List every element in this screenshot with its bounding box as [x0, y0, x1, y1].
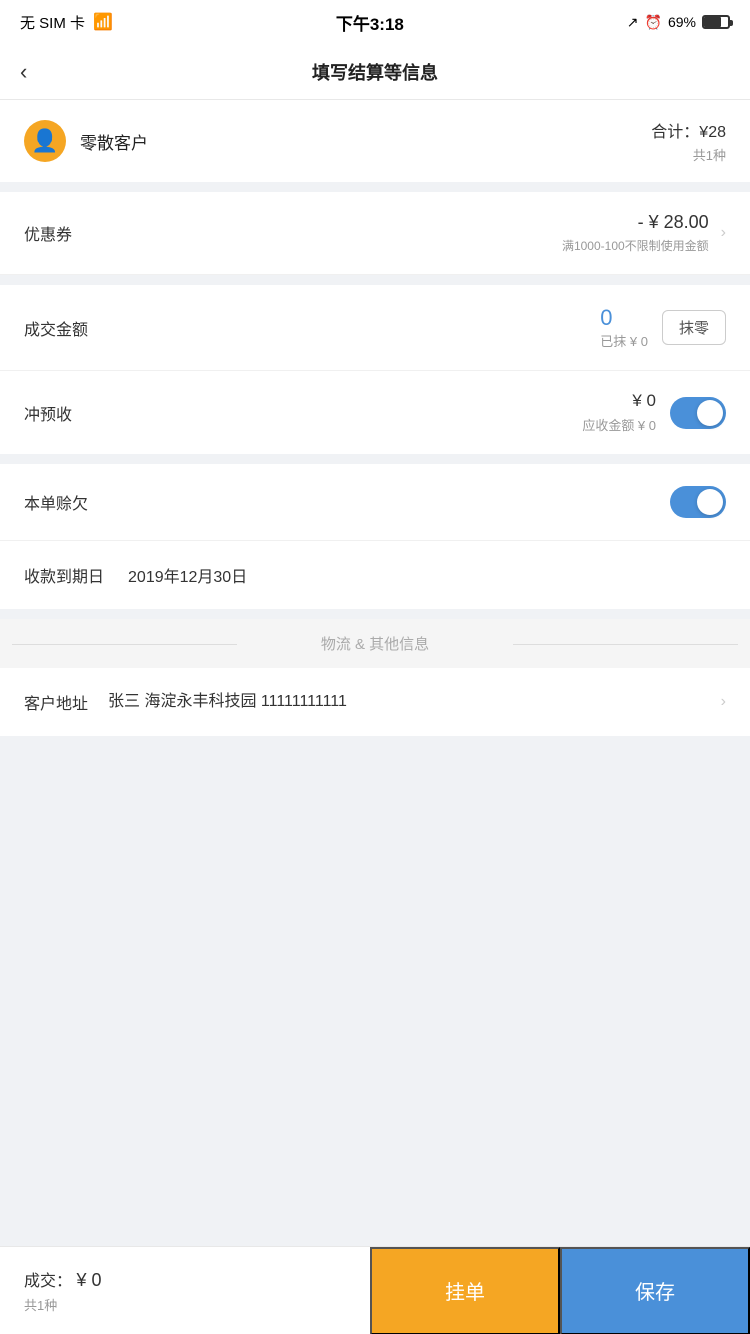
credit-toggle[interactable] — [670, 486, 726, 518]
wifi-icon: 📶 — [93, 12, 113, 32]
status-bar: 无 SIM 卡 📶 下午3:18 ↗ ⏰ 69% — [0, 0, 750, 44]
status-right: ↗ ⏰ 69% — [627, 14, 730, 31]
battery-icon — [702, 15, 730, 29]
bottom-bar: 成交： ¥ 0 共1种 挂单 保存 — [0, 1246, 750, 1334]
prepay-right: ¥ 0 应收金额 ¥ 0 — [582, 391, 726, 434]
coupon-amount: - ¥ 28.00 — [562, 212, 709, 233]
transaction-row: 成交金额 0 已抹 ¥ 0 抹零 — [0, 285, 750, 371]
prepay-toggle[interactable] — [670, 397, 726, 429]
due-date-row: 收款到期日 2019年12月30日 — [0, 541, 750, 609]
avatar-icon: 👤 — [31, 128, 58, 154]
coupon-info: - ¥ 28.00 满1000-100不限制使用金额 — [562, 212, 709, 254]
page-title: 填写结算等信息 — [312, 59, 438, 85]
coupon-section[interactable]: 优惠券 - ¥ 28.00 满1000-100不限制使用金额 › — [0, 192, 750, 275]
back-button[interactable]: ‹ — [20, 59, 27, 85]
customer-name: 零散客户 — [80, 129, 148, 154]
deal-amount: ¥ 0 — [76, 1270, 101, 1290]
prepay-main: ¥ 0 — [582, 391, 656, 411]
prepay-row: 冲预收 ¥ 0 应收金额 ¥ 0 — [0, 371, 750, 454]
credit-toggle-knob — [697, 489, 723, 515]
pending-button[interactable]: 挂单 — [370, 1247, 560, 1334]
bottom-deal: 成交： ¥ 0 — [24, 1267, 346, 1291]
credit-label: 本单赊欠 — [24, 490, 88, 514]
no-sim-text: 无 SIM 卡 — [20, 12, 85, 33]
coupon-desc: 满1000-100不限制使用金额 — [562, 237, 709, 254]
content: 👤 零散客户 合计：¥28 共1种 优惠券 - ¥ 28.00 满1000-10… — [0, 100, 750, 836]
status-left: 无 SIM 卡 📶 — [20, 12, 113, 33]
total-amount: 合计：¥28 — [651, 118, 726, 142]
save-button[interactable]: 保存 — [560, 1247, 750, 1334]
transaction-sub: 已抹 ¥ 0 — [600, 331, 648, 350]
address-section[interactable]: 客户地址 张三 海淀永丰科技园 11111111111 › — [0, 668, 750, 736]
status-time: 下午3:18 — [336, 10, 404, 35]
nav-bar: ‹ 填写结算等信息 — [0, 44, 750, 100]
address-label: 客户地址 — [24, 690, 88, 714]
coupon-chevron-icon: › — [721, 224, 726, 242]
customer-avatar: 👤 — [24, 120, 66, 162]
transaction-section: 成交金额 0 已抹 ¥ 0 抹零 冲预收 ¥ 0 应收金额 ¥ 0 — [0, 285, 750, 454]
alarm-icon: ⏰ — [645, 14, 662, 31]
prepay-values: ¥ 0 应收金额 ¥ 0 — [582, 391, 656, 434]
customer-right: 合计：¥28 共1种 — [651, 118, 726, 164]
due-date-label: 收款到期日 — [24, 563, 104, 587]
customer-section: 👤 零散客户 合计：¥28 共1种 — [0, 100, 750, 182]
transaction-value: 0 — [600, 305, 648, 331]
customer-left: 👤 零散客户 — [24, 120, 148, 162]
logistics-title: 物流 & 其他信息 — [321, 636, 429, 653]
prepay-label: 冲预收 — [24, 401, 72, 425]
credit-section: 本单赊欠 收款到期日 2019年12月30日 — [0, 464, 750, 609]
address-value: 张三 海淀永丰科技园 11111111111 — [108, 690, 347, 714]
location-icon: ↗ — [627, 14, 639, 31]
logistics-section: 物流 & 其他信息 — [0, 619, 750, 668]
transaction-values: 0 已抹 ¥ 0 — [600, 305, 648, 350]
transaction-right: 0 已抹 ¥ 0 抹零 — [600, 305, 726, 350]
coupon-row[interactable]: 优惠券 - ¥ 28.00 满1000-100不限制使用金额 › — [0, 192, 750, 275]
round-button[interactable]: 抹零 — [662, 310, 726, 345]
address-chevron-icon: › — [721, 693, 726, 711]
total-count: 共1种 — [651, 145, 726, 164]
due-date-value: 2019年12月30日 — [128, 563, 247, 587]
transaction-label: 成交金额 — [24, 316, 88, 340]
prepay-sub: 应收金额 ¥ 0 — [582, 415, 656, 434]
deal-label: 成交： — [24, 1273, 72, 1290]
address-left: 客户地址 张三 海淀永丰科技园 11111111111 — [24, 690, 347, 714]
credit-row: 本单赊欠 — [0, 464, 750, 541]
toggle-knob — [697, 400, 723, 426]
bottom-count: 共1种 — [24, 1295, 346, 1314]
coupon-label: 优惠券 — [24, 221, 72, 245]
bottom-info: 成交： ¥ 0 共1种 — [0, 1267, 370, 1314]
coupon-right: - ¥ 28.00 满1000-100不限制使用金额 › — [562, 212, 726, 254]
battery-text: 69% — [668, 14, 696, 30]
